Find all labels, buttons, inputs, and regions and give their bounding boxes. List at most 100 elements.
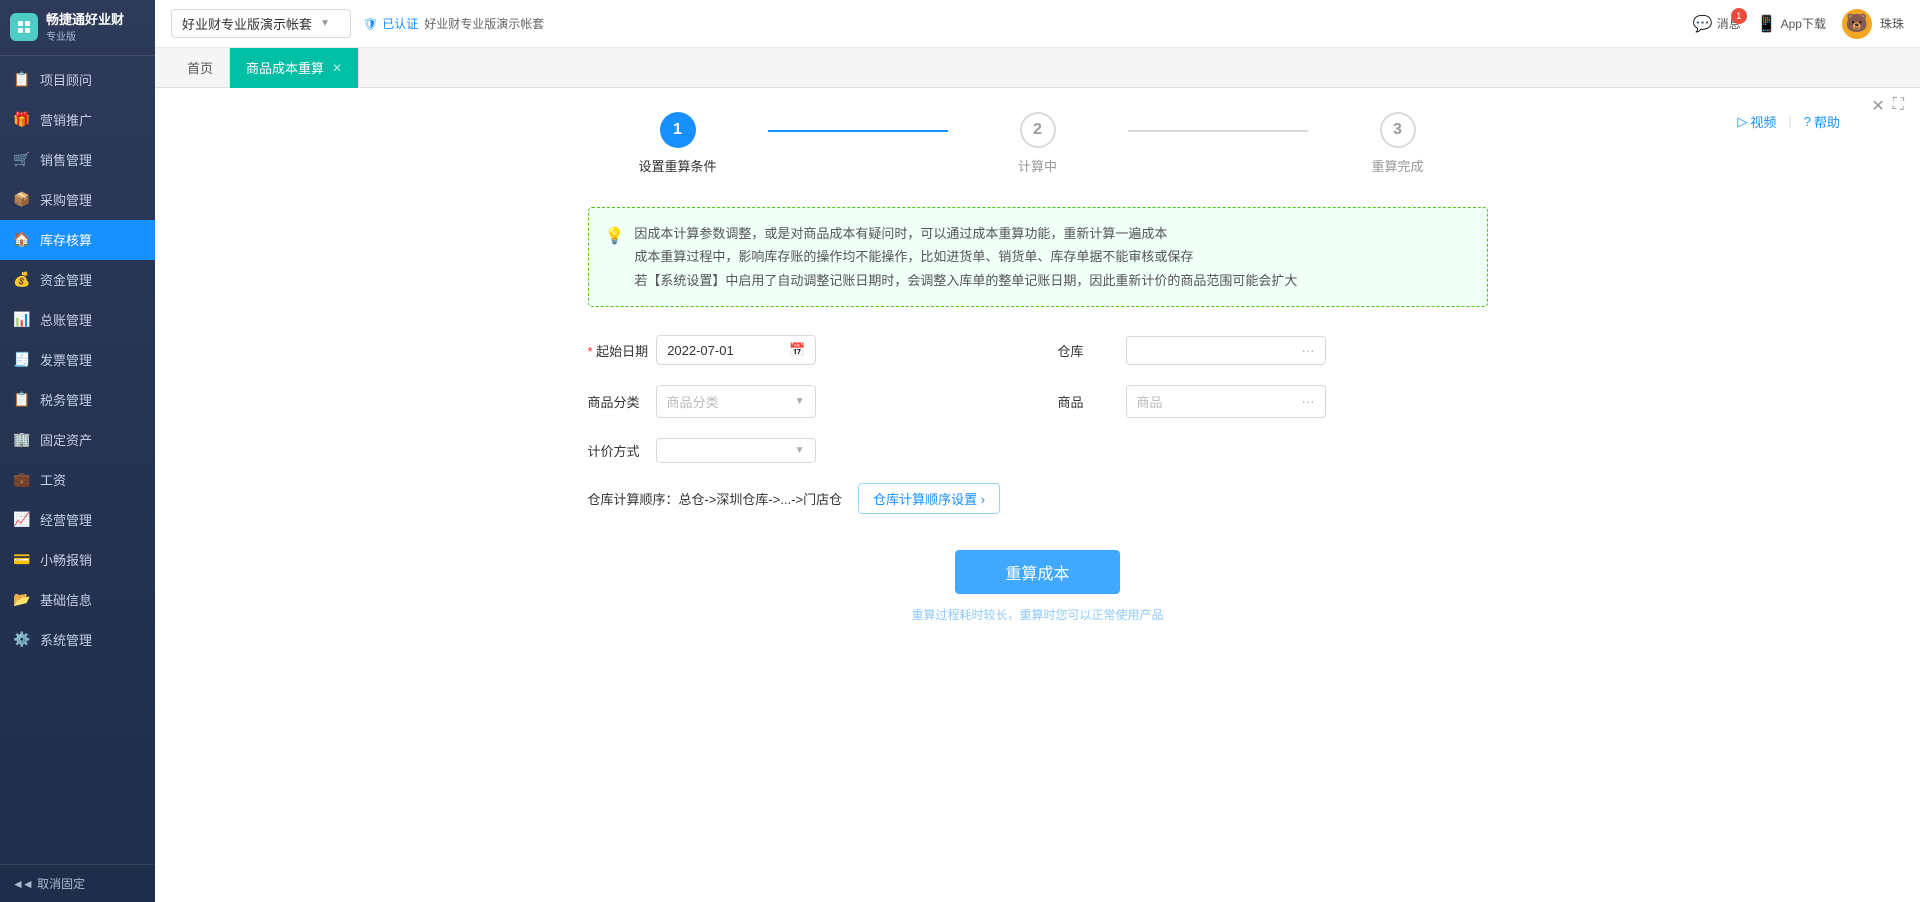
message-badge: 1 xyxy=(1731,8,1747,24)
help-links: ▷ 视频 | ? 帮助 xyxy=(1737,112,1840,131)
pricing-input[interactable]: ▼ xyxy=(656,438,816,463)
goods-field: 商品 商品 ··· xyxy=(1058,385,1488,418)
notice-box: 💡 因成本计算参数调整，或是对商品成本有疑问时，可以通过成本重算功能，重新计算一… xyxy=(588,207,1488,307)
sidebar-item-salary[interactable]: 💼 工资 xyxy=(0,460,155,500)
sidebar-item-project[interactable]: 📋 项目顾问 xyxy=(0,60,155,100)
step-2-circle: 2 xyxy=(1020,112,1056,148)
nav-icon-expense: 💳 xyxy=(12,550,32,570)
sidebar: 畅捷通好业财 专业版 📋 项目顾问 🎁 营销推广 🛒 销售管理 📦 采购管理 🏠… xyxy=(0,0,155,902)
help-divider: | xyxy=(1788,114,1791,129)
sidebar-item-inventory[interactable]: 🏠 库存核算 xyxy=(0,220,155,260)
sidebar-logo xyxy=(10,13,38,41)
sidebar-item-invoice[interactable]: 🧾 发票管理 xyxy=(0,340,155,380)
form-section: 起始日期 2022-07-01 📅 仓库 ··· xyxy=(588,335,1488,514)
tab-recalc[interactable]: 商品成本重算 ✕ xyxy=(230,48,359,88)
tab-recalc-label: 商品成本重算 xyxy=(246,58,324,77)
nav-label-marketing: 营销推广 xyxy=(40,110,92,129)
nav-icon-system: ⚙️ xyxy=(12,630,32,650)
topbar-left: 好业财专业版演示帐套 ▼ 🛡 已认证 好业财专业版演示帐套 xyxy=(171,9,1693,38)
nav-label-inventory: 库存核算 xyxy=(40,230,92,249)
nav-label-sales: 销售管理 xyxy=(40,150,92,169)
dots-icon-goods: ··· xyxy=(1302,394,1315,409)
chevron-down-icon-pricing: ▼ xyxy=(795,445,805,456)
recalc-btn-label: 重算成本 xyxy=(1005,566,1069,583)
sidebar-header: 畅捷通好业财 专业版 xyxy=(0,0,155,56)
nav-icon-purchase: 📦 xyxy=(12,190,32,210)
start-date-label: 起始日期 xyxy=(588,341,649,360)
sidebar-item-tax[interactable]: 📋 税务管理 xyxy=(0,380,155,420)
nav-icon-finance: 💰 xyxy=(12,270,32,290)
sidebar-item-accounting[interactable]: 📊 总账管理 xyxy=(0,300,155,340)
goods-input[interactable]: 商品 ··· xyxy=(1126,385,1326,418)
step-1: 1 设置重算条件 xyxy=(588,112,768,175)
step-2: 2 计算中 xyxy=(948,112,1128,175)
account-selector[interactable]: 好业财专业版演示帐套 ▼ xyxy=(171,9,351,38)
nav-label-invoice: 发票管理 xyxy=(40,350,92,369)
main-area: 好业财专业版演示帐套 ▼ 🛡 已认证 好业财专业版演示帐套 💬 消息 1 📱 A… xyxy=(155,0,1920,902)
nav-label-tax: 税务管理 xyxy=(40,390,92,409)
bulb-icon: 💡 xyxy=(605,223,625,292)
sidebar-item-marketing[interactable]: 🎁 营销推广 xyxy=(0,100,155,140)
user-avatar-button[interactable]: 🐻 珠珠 xyxy=(1842,9,1904,39)
nav-label-operation: 经营管理 xyxy=(40,510,92,529)
sidebar-nav: 📋 项目顾问 🎁 营销推广 🛒 销售管理 📦 采购管理 🏠 库存核算 💰 资金管… xyxy=(0,56,155,864)
sidebar-item-expense[interactable]: 💳 小畅报销 xyxy=(0,540,155,580)
sidebar-item-operation[interactable]: 📈 经营管理 xyxy=(0,500,155,540)
warehouse-field: 仓库 ··· xyxy=(1058,336,1488,365)
step-1-label: 设置重算条件 xyxy=(638,156,716,175)
sidebar-item-asset[interactable]: 🏢 固定资产 xyxy=(0,420,155,460)
dots-icon: ··· xyxy=(1302,343,1315,358)
step-2-label: 计算中 xyxy=(1018,156,1057,175)
form-row-3: 计价方式 ▼ xyxy=(588,438,1488,463)
tab-home[interactable]: 首页 xyxy=(171,48,230,88)
message-button[interactable]: 💬 消息 1 xyxy=(1693,14,1741,34)
sidebar-item-finance[interactable]: 💰 资金管理 xyxy=(0,260,155,300)
sidebar-subtitle: 专业版 xyxy=(46,28,124,43)
category-label: 商品分类 xyxy=(588,392,648,411)
user-name: 珠珠 xyxy=(1880,15,1904,32)
pricing-field: 计价方式 ▼ xyxy=(588,438,1018,463)
chevron-down-icon: ▼ xyxy=(320,18,330,29)
sidebar-item-purchase[interactable]: 📦 采购管理 xyxy=(0,180,155,220)
help-link[interactable]: ? 帮助 xyxy=(1804,112,1840,131)
category-placeholder: 商品分类 xyxy=(667,392,719,411)
nav-icon-salary: 💼 xyxy=(12,470,32,490)
sidebar-item-sales[interactable]: 🛒 销售管理 xyxy=(0,140,155,180)
nav-icon-accounting: 📊 xyxy=(12,310,32,330)
nav-icon-asset: 🏢 xyxy=(12,430,32,450)
app-download-button[interactable]: 📱 App下载 xyxy=(1757,14,1826,34)
form-row-1: 起始日期 2022-07-01 📅 仓库 ··· xyxy=(588,335,1488,365)
tabbar: 首页 商品成本重算 ✕ xyxy=(155,48,1920,88)
sidebar-item-system[interactable]: ⚙️ 系统管理 xyxy=(0,620,155,660)
notice-line-3: 若【系统设置】中启用了自动调整记账日期时，会调整入库单的整单记账日期，因此重新计… xyxy=(634,269,1297,292)
category-input[interactable]: 商品分类 ▼ xyxy=(656,385,816,418)
notice-content: 因成本计算参数调整，或是对商品成本有疑问时，可以通过成本重算功能，重新计算一遍成… xyxy=(634,222,1297,292)
video-link[interactable]: ▷ 视频 xyxy=(1737,112,1776,131)
nav-icon-project: 📋 xyxy=(12,70,32,90)
start-date-input[interactable]: 2022-07-01 📅 xyxy=(656,335,816,365)
step-connector-2 xyxy=(1128,130,1308,132)
sidebar-item-basic[interactable]: 📂 基础信息 xyxy=(0,580,155,620)
play-icon: ▷ xyxy=(1737,114,1747,130)
category-field: 商品分类 商品分类 ▼ xyxy=(588,385,1018,418)
recalc-note: 重算过程耗时较长，重算时您可以正常使用产品 xyxy=(911,606,1163,623)
step-3-circle: 3 xyxy=(1380,112,1416,148)
recalc-button[interactable]: 重算成本 xyxy=(955,550,1119,594)
nav-icon-marketing: 🎁 xyxy=(12,110,32,130)
video-label: 视频 xyxy=(1750,112,1776,131)
topbar: 好业财专业版演示帐套 ▼ 🛡 已认证 好业财专业版演示帐套 💬 消息 1 📱 A… xyxy=(155,0,1920,48)
avatar-emoji: 🐻 xyxy=(1846,13,1868,34)
nav-label-project: 项目顾问 xyxy=(40,70,92,89)
tab-close-icon[interactable]: ✕ xyxy=(332,61,342,75)
start-date-value: 2022-07-01 xyxy=(667,343,734,358)
expand-window-icon[interactable]: ⛶ xyxy=(1893,96,1904,116)
sidebar-footer[interactable]: ◄ ◄ 取消固定 xyxy=(0,864,155,902)
step-3: 3 重算完成 xyxy=(1308,112,1488,175)
warehouse-order-button[interactable]: 仓库计算顺序设置 › xyxy=(858,483,1000,514)
warehouse-input[interactable]: ··· xyxy=(1126,336,1326,365)
goods-label: 商品 xyxy=(1058,392,1118,411)
nav-icon-basic: 📂 xyxy=(12,590,32,610)
chevron-down-icon-cat: ▼ xyxy=(795,396,805,407)
close-window-icon[interactable]: ✕ xyxy=(1871,96,1884,116)
nav-label-finance: 资金管理 xyxy=(40,270,92,289)
